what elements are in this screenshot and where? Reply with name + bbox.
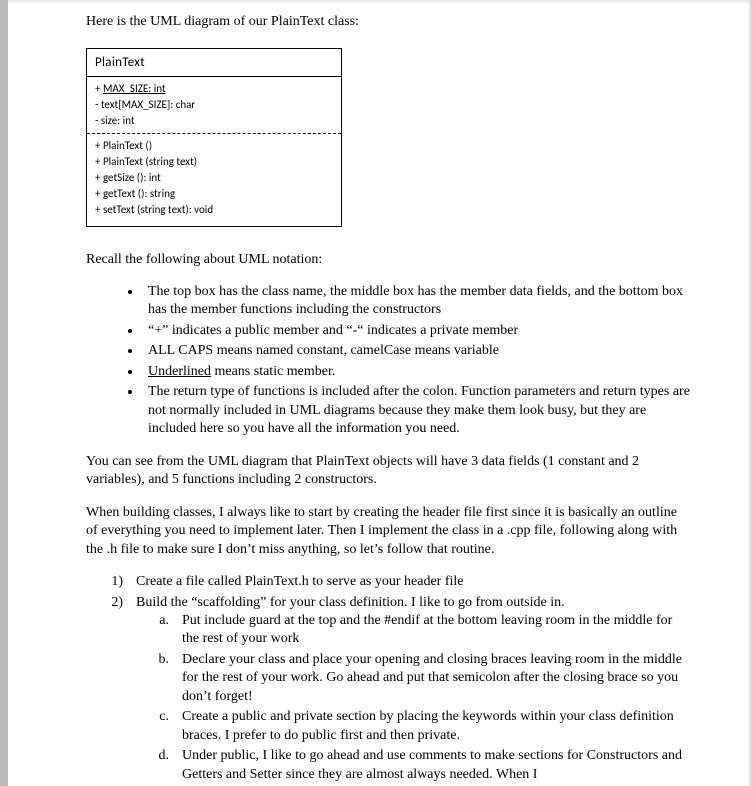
document-page: Here is the UML diagram of our PlainText… — [0, 0, 752, 786]
uml-method: + PlainText (string text) — [95, 154, 333, 170]
page-content: Here is the UML diagram of our PlainText… — [8, 0, 752, 784]
uml-method: + PlainText () — [95, 138, 333, 154]
substep-item: Create a public and private section by p… — [176, 708, 692, 745]
uml-methods-section: + PlainText ()+ PlainText (string text)+… — [87, 134, 341, 226]
paragraph-fields-summary: You can see from the UML diagram that Pl… — [86, 453, 692, 490]
uml-notation-bullets: The top box has the class name, the midd… — [86, 283, 692, 439]
uml-fields-section: + MAX_SIZE: int- text[MAX_SIZE]: char- s… — [87, 77, 341, 134]
uml-field: + MAX_SIZE: int — [95, 81, 333, 97]
recall-heading: Recall the following about UML notation: — [86, 251, 692, 269]
substep-item: Put include guard at the top and the #en… — [176, 612, 692, 649]
uml-method: + getText (): string — [95, 186, 333, 202]
uml-method: + setText (string text): void — [95, 202, 333, 218]
substep-item: Declare your class and place your openin… — [176, 651, 692, 706]
uml-field: - text[MAX_SIZE]: char — [95, 97, 333, 113]
paragraph-building-classes: When building classes, I always like to … — [86, 504, 692, 559]
step-item: Build the “scaffolding” for your class d… — [130, 594, 692, 785]
uml-class-name: PlainText — [87, 49, 341, 77]
substeps-list: Put include guard at the top and the #en… — [136, 612, 692, 784]
uml-diagram: PlainText + MAX_SIZE: int- text[MAX_SIZE… — [86, 48, 342, 227]
substep-item: Under public, I like to go ahead and use… — [176, 747, 692, 784]
bullet-item: Underlined means static member. — [142, 363, 692, 381]
bullet-item: The top box has the class name, the midd… — [142, 283, 692, 320]
intro-text: Here is the UML diagram of our PlainText… — [86, 14, 692, 30]
steps-list: Create a file called PlainText.h to serv… — [86, 573, 692, 784]
uml-field: - size: int — [95, 113, 333, 129]
bullet-item: ALL CAPS means named constant, camelCase… — [142, 342, 692, 360]
bullet-item: The return type of functions is included… — [142, 383, 692, 438]
uml-method: + getSize (): int — [95, 170, 333, 186]
bullet-item: “+” indicates a public member and “-“ in… — [142, 322, 692, 340]
step-item: Create a file called PlainText.h to serv… — [130, 573, 692, 591]
